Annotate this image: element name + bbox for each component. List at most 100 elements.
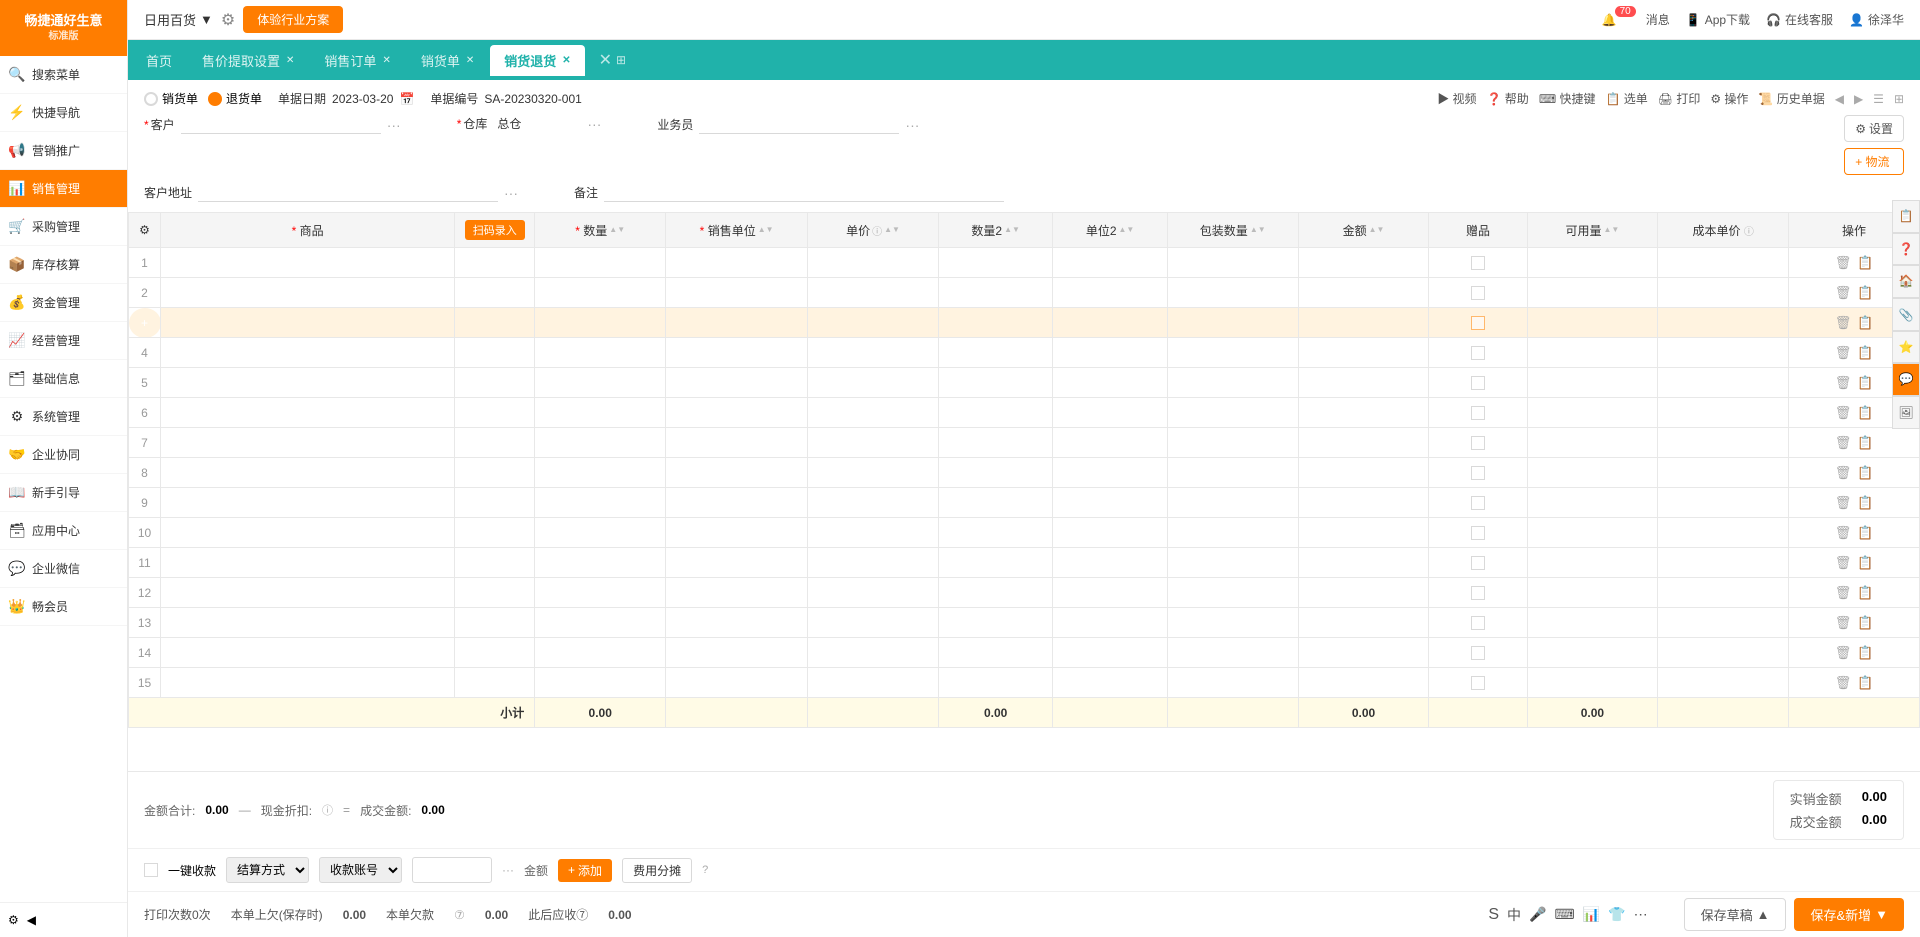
- row-2-product[interactable]: [161, 278, 455, 308]
- sidebar-item-inventory[interactable]: 📦 库存核算: [0, 246, 127, 284]
- del-icon[interactable]: 🗑: [1835, 465, 1852, 481]
- mic-icon[interactable]: 🎤: [1529, 906, 1546, 923]
- close-all-tabs-btn[interactable]: ✕: [599, 50, 612, 70]
- experience-btn[interactable]: 体验行业方案: [243, 6, 343, 33]
- sort-arrows-unit2[interactable]: ▲▼: [1119, 226, 1135, 234]
- customer-picker-icon[interactable]: ···: [387, 117, 401, 133]
- chinese-icon[interactable]: 中: [1507, 905, 1521, 925]
- account-method-select[interactable]: 收款账号: [319, 857, 402, 883]
- row-1-unit2[interactable]: [1053, 248, 1167, 278]
- sort-arrows-avail[interactable]: ▲▼: [1604, 226, 1620, 234]
- th-scan[interactable]: 扫码录入: [455, 213, 535, 248]
- history-btn[interactable]: 📜 历史单据: [1758, 90, 1824, 107]
- calculate-method-select[interactable]: 结算方式: [226, 857, 309, 883]
- right-icon-2[interactable]: ❓: [1892, 233, 1920, 266]
- row-1-delete-icon[interactable]: 🗑: [1835, 255, 1852, 271]
- app-download-btn[interactable]: 📱 App下载: [1686, 11, 1750, 28]
- del-icon[interactable]: 🗑: [1835, 495, 1852, 511]
- maximize-icon[interactable]: ⊞: [616, 53, 626, 67]
- del-icon[interactable]: 🗑: [1835, 435, 1852, 451]
- sidebar-item-appstore[interactable]: 🗃 应用中心: [0, 512, 127, 550]
- print-btn[interactable]: 🖨 打印: [1658, 90, 1701, 107]
- sidebar-item-shortcut[interactable]: ⚡ 快捷导航: [0, 94, 127, 132]
- row-active-delete-icon[interactable]: 🗑: [1835, 315, 1852, 331]
- tab-home[interactable]: 首页: [132, 45, 186, 76]
- copy-icon[interactable]: 📋: [1857, 405, 1873, 421]
- row-active-qty2[interactable]: [938, 308, 1052, 338]
- table-gear-header[interactable]: ⚙: [129, 213, 161, 248]
- table-icon[interactable]: 📊: [1583, 906, 1600, 923]
- sidebar-item-finance[interactable]: 💰 资金管理: [0, 284, 127, 322]
- settings-gear-icon[interactable]: ⚙: [221, 10, 235, 30]
- save-new-btn[interactable]: 保存&新增 ▼: [1794, 898, 1904, 931]
- del-icon[interactable]: 🗑: [1835, 675, 1852, 691]
- copy-icon[interactable]: 📋: [1857, 645, 1873, 661]
- industry-select[interactable]: 日用百货 ▼: [144, 10, 213, 29]
- keyboard-icon[interactable]: ⌨: [1554, 906, 1574, 923]
- row-active-copy-icon[interactable]: 📋: [1857, 315, 1873, 331]
- tab-sales-return[interactable]: 销货退货 ✕: [490, 45, 584, 76]
- row-2-price[interactable]: [808, 278, 939, 308]
- right-icon-5[interactable]: ⭐: [1892, 331, 1920, 364]
- address-input[interactable]: [198, 183, 498, 202]
- warehouse-picker-icon[interactable]: ···: [587, 116, 601, 132]
- sidebar-item-sales[interactable]: 📊 销售管理: [0, 170, 127, 208]
- add-row-btn[interactable]: +: [141, 316, 148, 330]
- row-active-qty[interactable]: [535, 308, 666, 338]
- tab-sales-order[interactable]: 销售订单 ✕: [310, 45, 404, 76]
- row-active-unit[interactable]: [666, 308, 808, 338]
- sidebar-item-search[interactable]: 🔍 搜索菜单: [0, 56, 127, 94]
- del-icon[interactable]: 🗑: [1835, 525, 1852, 541]
- save-draft-btn[interactable]: 保存草稿 ▲: [1684, 898, 1787, 931]
- shortcut-btn[interactable]: ⌨ 快捷键: [1539, 90, 1596, 107]
- sidebar-item-system[interactable]: ⚙ 系统管理: [0, 398, 127, 436]
- nav-prev-icon[interactable]: ◀: [1835, 92, 1844, 106]
- sidebar-item-member[interactable]: 👑 畅会员: [0, 588, 127, 626]
- nav-next-icon[interactable]: ▶: [1854, 92, 1863, 106]
- customer-input[interactable]: [181, 115, 381, 134]
- row-2-pkg[interactable]: [1167, 278, 1298, 308]
- copy-icon[interactable]: 📋: [1857, 345, 1873, 361]
- del-icon[interactable]: 🗑: [1835, 615, 1852, 631]
- copy-icon[interactable]: 📋: [1857, 675, 1873, 691]
- tab-sales-return-close[interactable]: ✕: [562, 55, 570, 66]
- sort-arrows-qty2[interactable]: ▲▼: [1004, 226, 1020, 234]
- del-icon[interactable]: 🗑: [1835, 645, 1852, 661]
- view-list-icon[interactable]: ☰: [1873, 92, 1884, 106]
- row-active-amount[interactable]: [1298, 308, 1429, 338]
- sidebar-item-base[interactable]: 🗂 基础信息: [0, 360, 127, 398]
- settings-btn[interactable]: ⚙ 设置: [1844, 115, 1904, 142]
- del-icon[interactable]: 🗑: [1835, 345, 1852, 361]
- dots-icon[interactable]: ···: [502, 863, 514, 877]
- sort-arrows-price[interactable]: ▲▼: [884, 226, 900, 234]
- account-number-input[interactable]: [412, 857, 492, 883]
- sidebar-item-marketing[interactable]: 📢 营销推广: [0, 132, 127, 170]
- row-active-unit2[interactable]: [1053, 308, 1167, 338]
- pick-btn[interactable]: 📋 选单: [1605, 90, 1647, 107]
- row-2-delete-icon[interactable]: 🗑: [1835, 285, 1852, 301]
- row-active-pkg[interactable]: [1167, 308, 1298, 338]
- row-active-product[interactable]: [161, 308, 455, 338]
- copy-icon[interactable]: 📋: [1857, 465, 1873, 481]
- right-icon-6[interactable]: 💬: [1892, 363, 1920, 396]
- more-icon[interactable]: ⋯: [1634, 906, 1648, 923]
- shirt-icon[interactable]: 👕: [1608, 906, 1625, 923]
- del-icon[interactable]: 🗑: [1835, 405, 1852, 421]
- sidebar-item-purchase[interactable]: 🛒 采购管理: [0, 208, 127, 246]
- video-btn[interactable]: ▶ 视频: [1437, 90, 1476, 107]
- row-active-gift[interactable]: [1429, 308, 1527, 338]
- row-2-amount[interactable]: [1298, 278, 1429, 308]
- message-btn[interactable]: 🔔 70 消息: [1602, 11, 1670, 28]
- copy-icon[interactable]: 📋: [1857, 615, 1873, 631]
- address-picker-icon[interactable]: ···: [504, 185, 518, 201]
- row-2-qty2[interactable]: [938, 278, 1052, 308]
- help-btn[interactable]: ❓ 帮助: [1487, 90, 1529, 107]
- sidebar-item-operations[interactable]: 📈 经营管理: [0, 322, 127, 360]
- row-1-copy-icon[interactable]: 📋: [1857, 255, 1873, 271]
- row-2-unit[interactable]: [666, 278, 808, 308]
- right-icon-3[interactable]: 🏠: [1892, 265, 1920, 298]
- sogou-icon[interactable]: S: [1488, 906, 1499, 924]
- right-icon-7[interactable]: 🖼: [1892, 396, 1920, 429]
- row-active-price[interactable]: [808, 308, 939, 338]
- copy-icon[interactable]: 📋: [1857, 555, 1873, 571]
